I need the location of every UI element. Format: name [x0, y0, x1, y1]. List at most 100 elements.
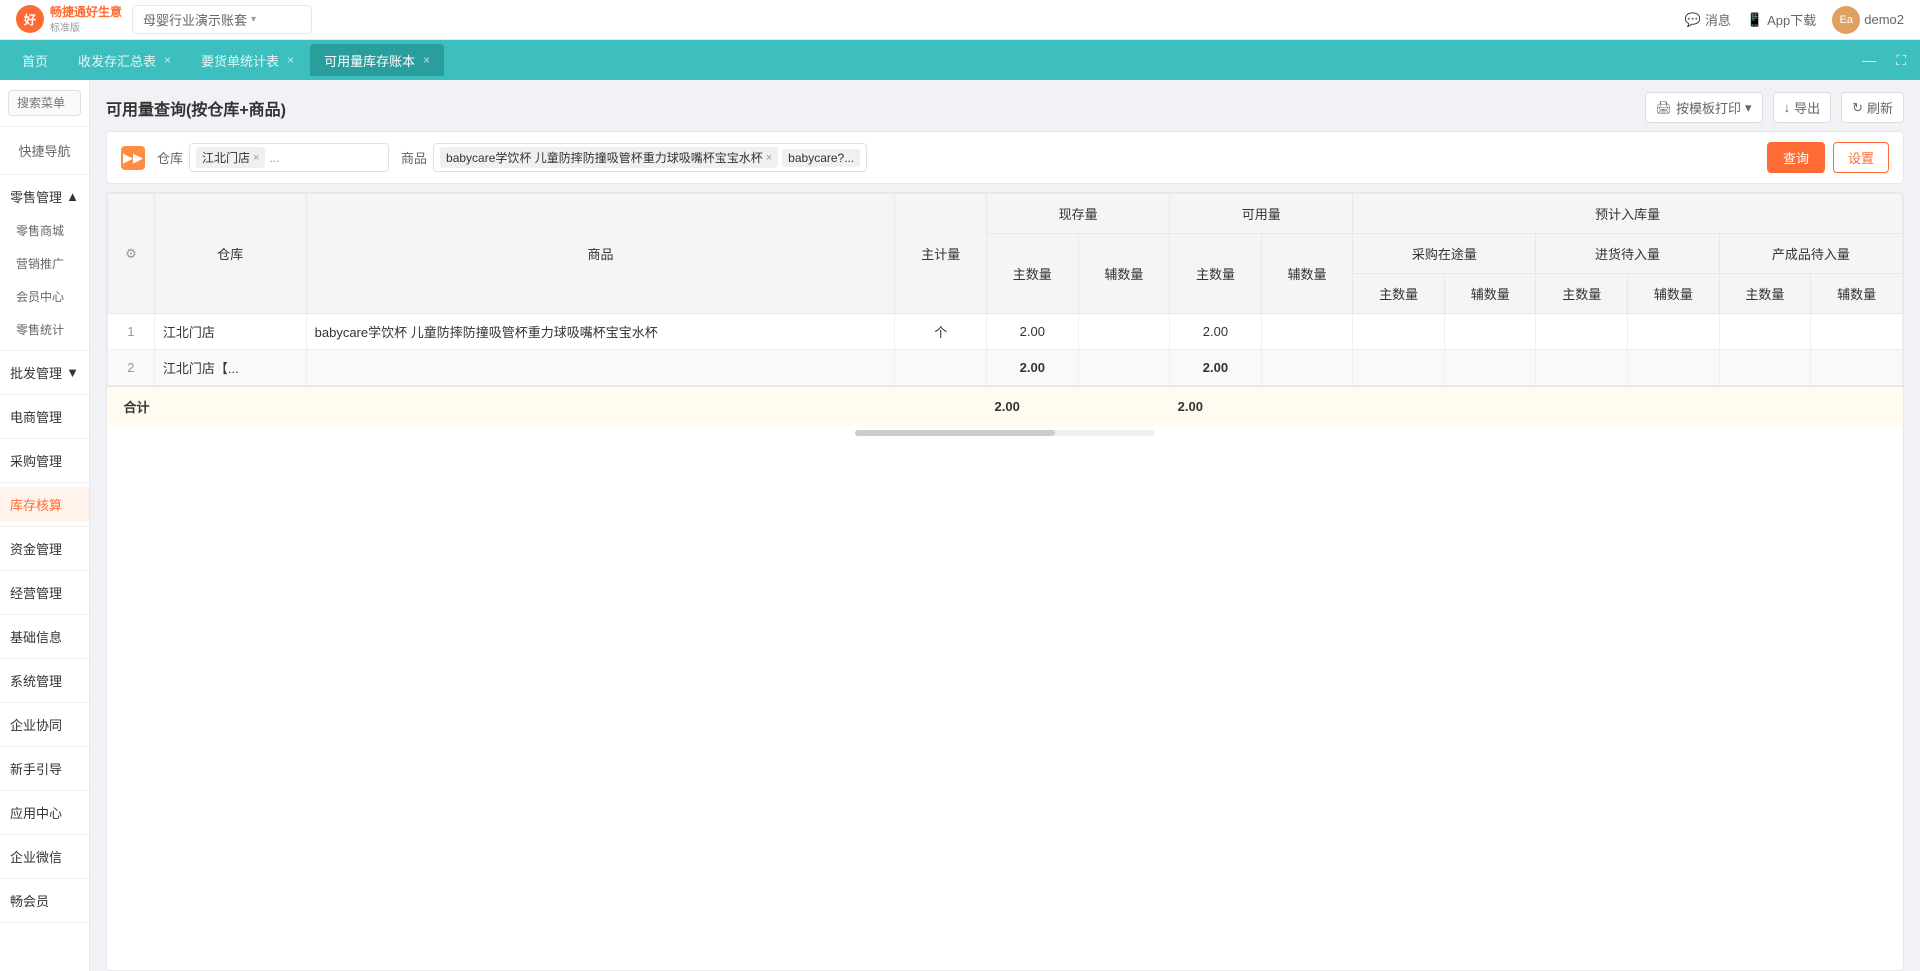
sidebar-item-retail-stats[interactable]: 零售统计	[0, 313, 89, 346]
col-current-main: 主数量	[987, 234, 1079, 314]
logo-area: 好 畅捷通好生意 标准版	[16, 5, 122, 34]
sidebar: 快捷导航 零售管理 ▲ 零售商城 营销推广 会员中心 零售统计 批发管理 ▼ 电…	[0, 80, 90, 971]
col-current-aux: 辅数量	[1078, 234, 1170, 314]
sidebar-section-enterprise: 企业协同	[0, 703, 89, 747]
search-input[interactable]	[8, 90, 81, 116]
product-label: 商品	[401, 148, 427, 167]
member-label: 畅会员	[10, 891, 49, 910]
message-label: 消息	[1705, 10, 1731, 29]
sidebar-section-wholesale-header[interactable]: 批发管理 ▼	[0, 355, 89, 390]
username-label: demo2	[1864, 12, 1904, 27]
sidebar-section-ecommerce-header[interactable]: 电商管理	[0, 399, 89, 434]
sidebar-section-newuser-header[interactable]: 新手引导	[0, 751, 89, 786]
export-button[interactable]: ↓ 导出	[1773, 92, 1832, 123]
row-product-2	[306, 350, 895, 387]
summary-label: 合计	[108, 386, 987, 426]
message-icon: 💬	[1685, 12, 1701, 28]
warehouse-tag-close[interactable]: ×	[253, 152, 259, 164]
sidebar-item-retail-mall[interactable]: 零售商城	[0, 214, 89, 247]
appcenter-label: 应用中心	[10, 803, 62, 822]
settings-button[interactable]: 设置	[1833, 142, 1889, 173]
sidebar-section-finance: 资金管理	[0, 527, 89, 571]
fullscreen-button[interactable]: ⛶	[1890, 50, 1912, 71]
app-name: 畅捷通好生意	[50, 5, 122, 19]
summary-avail-aux	[1261, 386, 1353, 426]
sidebar-section-inventory: 库存核算	[0, 483, 89, 527]
logo-text-area: 畅捷通好生意 标准版	[50, 5, 122, 34]
sidebar-section-wechat: 企业微信	[0, 835, 89, 879]
tab-close-receive[interactable]: ×	[164, 53, 171, 67]
refresh-icon: ↻	[1852, 100, 1863, 116]
col-purchase-arriving: 进货待入量	[1536, 234, 1719, 274]
sidebar-section-retail-header[interactable]: 零售管理 ▲	[0, 179, 89, 214]
row-pa-main-1	[1536, 314, 1628, 350]
logo-icon: 好	[16, 5, 44, 33]
search-toggle-button[interactable]: ▶▶	[121, 146, 145, 170]
refresh-button[interactable]: ↻ 刷新	[1841, 92, 1904, 123]
warehouse-tag-container[interactable]: 江北门店 × ...	[189, 143, 389, 172]
product-tag-container[interactable]: babycare学饮杯 儿童防摔防撞吸管杯重力球吸嘴杯宝宝水杯 × babyca…	[433, 143, 867, 172]
scrollbar-thumb[interactable]	[855, 430, 1055, 436]
col-forecast: 预计入库量	[1353, 194, 1903, 234]
col-product: 商品	[306, 194, 895, 314]
sidebar-section-purchase-header[interactable]: 采购管理	[0, 443, 89, 478]
row-avail-main-2: 2.00	[1170, 350, 1262, 387]
sidebar-section-system-header[interactable]: 系统管理	[0, 663, 89, 698]
sidebar-section-finance-header[interactable]: 资金管理	[0, 531, 89, 566]
print-template-button[interactable]: 🖨 按模板打印 ▾	[1645, 92, 1763, 123]
summary-pt-main	[1353, 386, 1445, 426]
row-pa-main-2	[1536, 350, 1628, 387]
tab-close-order[interactable]: ×	[287, 53, 294, 67]
gear-icon[interactable]: ⚙	[125, 246, 137, 261]
summary-pa-main	[1536, 386, 1628, 426]
sidebar-item-marketing[interactable]: 营销推广	[0, 247, 89, 280]
sidebar-section-member-header[interactable]: 畅会员	[0, 883, 89, 918]
user-menu[interactable]: Ea demo2	[1832, 6, 1904, 34]
row-pp-aux-2	[1811, 350, 1903, 387]
table-row: 1 江北门店 babycare学饮杯 儿童防摔防撞吸管杯重力球吸嘴杯宝宝水杯 个…	[108, 314, 1903, 350]
industry-selector[interactable]: 母婴行业演示账套 ▾	[132, 5, 312, 34]
tab-receive[interactable]: 收发存汇总表 ×	[64, 44, 185, 76]
sidebar-section-appcenter-header[interactable]: 应用中心	[0, 795, 89, 830]
product-tag-label: babycare学饮杯 儿童防摔防撞吸管杯重力球吸嘴杯宝宝水杯	[446, 149, 763, 166]
sidebar-section-system: 系统管理	[0, 659, 89, 703]
system-label: 系统管理	[10, 671, 62, 690]
row-unit-1: 个	[895, 314, 987, 350]
sidebar-section-wechat-header[interactable]: 企业微信	[0, 839, 89, 874]
basic-label: 基础信息	[10, 627, 62, 646]
page-header: 可用量查询(按仓库+商品) 🖨 按模板打印 ▾ ↓ 导出 ↻ 刷新	[90, 80, 1920, 131]
top-bar: 好 畅捷通好生意 标准版 母婴行业演示账套 ▾ 💬 消息 📱 App下载 Ea …	[0, 0, 1920, 40]
export-icon: ↓	[1784, 100, 1791, 115]
tab-home[interactable]: 首页	[8, 44, 62, 76]
sidebar-section-basic-header[interactable]: 基础信息	[0, 619, 89, 654]
chevron-print-icon: ▾	[1745, 100, 1752, 116]
sidebar-section-enterprise-header[interactable]: 企业协同	[0, 707, 89, 742]
sidebar-item-quick-nav[interactable]: 快捷导航	[0, 133, 89, 168]
sidebar-item-members[interactable]: 会员中心	[0, 280, 89, 313]
inventory-tab-label: 可用量库存账本	[324, 51, 415, 70]
content-area: 可用量查询(按仓库+商品) 🖨 按模板打印 ▾ ↓ 导出 ↻ 刷新 ▶▶	[90, 80, 1920, 971]
tab-inventory[interactable]: 可用量库存账本 ×	[310, 44, 444, 76]
tab-close-inventory[interactable]: ×	[423, 53, 430, 67]
main-layout: 快捷导航 零售管理 ▲ 零售商城 营销推广 会员中心 零售统计 批发管理 ▼ 电…	[0, 80, 1920, 971]
product-tag-close[interactable]: ×	[766, 152, 772, 164]
summary-pp-aux	[1811, 386, 1903, 426]
sidebar-section-purchase: 采购管理	[0, 439, 89, 483]
mobile-icon: 📱	[1747, 12, 1763, 28]
app-download-label: App下载	[1767, 10, 1816, 29]
purchase-label: 采购管理	[10, 451, 62, 470]
horizontal-scrollbar[interactable]	[855, 430, 1155, 436]
row-pt-main-2	[1353, 350, 1445, 387]
sidebar-section-inventory-header[interactable]: 库存核算	[0, 487, 89, 522]
tab-order[interactable]: 要货单统计表 ×	[187, 44, 308, 76]
app-download-button[interactable]: 📱 App下载	[1747, 10, 1816, 29]
summary-pa-aux	[1628, 386, 1720, 426]
message-button[interactable]: 💬 消息	[1685, 10, 1731, 29]
query-button[interactable]: 查询	[1767, 142, 1825, 173]
sidebar-section-operations-header[interactable]: 经营管理	[0, 575, 89, 610]
row-current-main-2: 2.00	[987, 350, 1079, 387]
warehouse-more[interactable]: ...	[269, 151, 279, 165]
print-label: 按模板打印	[1676, 98, 1741, 117]
row-pp-aux-1	[1811, 314, 1903, 350]
minimize-button[interactable]: —	[1856, 50, 1882, 70]
